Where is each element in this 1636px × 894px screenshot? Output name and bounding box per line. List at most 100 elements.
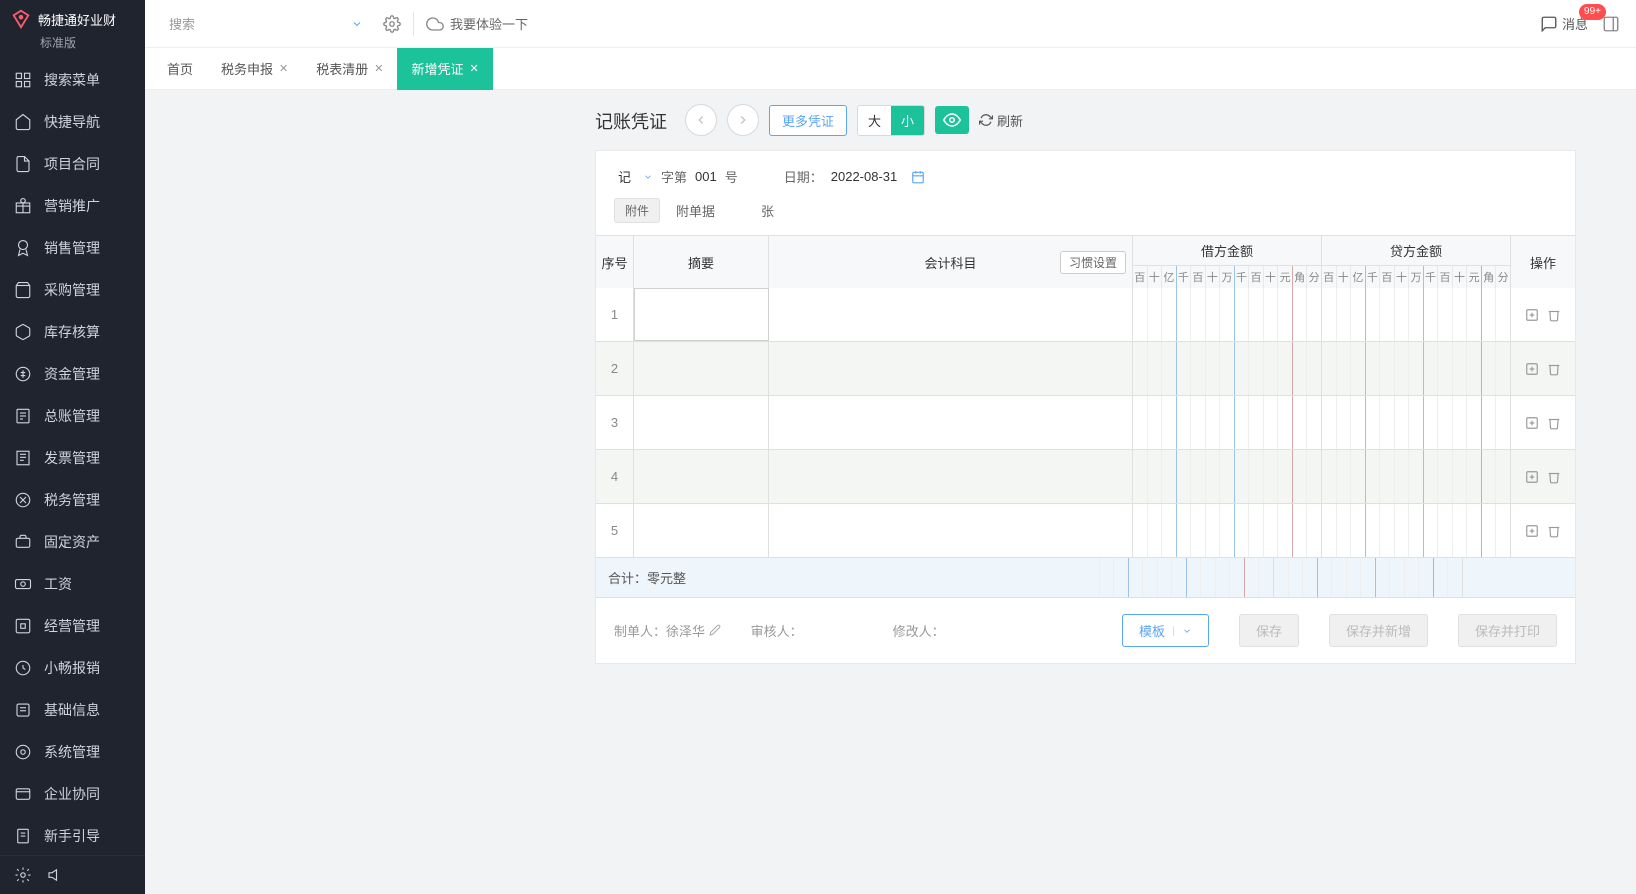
delete-row-icon[interactable]: [1547, 308, 1561, 322]
amount-cell[interactable]: [1235, 450, 1250, 503]
amount-cell[interactable]: [1496, 396, 1510, 449]
amount-cell[interactable]: [1191, 396, 1206, 449]
amount-cell[interactable]: [1496, 342, 1510, 395]
amount-cell[interactable]: [1307, 396, 1321, 449]
summary-cell[interactable]: [634, 450, 769, 503]
amount-cell[interactable]: [1347, 558, 1362, 597]
amount-cell[interactable]: [1249, 450, 1264, 503]
amount-cell[interactable]: [1249, 342, 1264, 395]
amount-cell[interactable]: [1220, 342, 1235, 395]
amount-cell[interactable]: [1424, 288, 1439, 341]
amount-cell[interactable]: [1438, 342, 1453, 395]
delete-row-icon[interactable]: [1547, 416, 1561, 430]
amount-cell[interactable]: [1337, 504, 1352, 557]
amount-cell[interactable]: [1191, 288, 1206, 341]
add-row-icon[interactable]: [1525, 470, 1539, 484]
amount-cell[interactable]: [1482, 342, 1497, 395]
amount-cell[interactable]: [1380, 396, 1395, 449]
amount-cell[interactable]: [1264, 288, 1279, 341]
attach-button[interactable]: 附件: [614, 198, 660, 223]
amount-cell[interactable]: [1337, 288, 1352, 341]
amount-cell[interactable]: [1380, 504, 1395, 557]
amount-cell[interactable]: [1366, 396, 1381, 449]
amount-cell[interactable]: [1395, 450, 1410, 503]
amount-cell[interactable]: [1424, 396, 1439, 449]
amount-cell[interactable]: [1278, 450, 1293, 503]
amount-cell[interactable]: [1129, 558, 1144, 597]
amount-cell[interactable]: [1293, 342, 1308, 395]
amount-cell[interactable]: [1332, 558, 1347, 597]
amount-cell[interactable]: [1148, 450, 1163, 503]
amount-cell[interactable]: [1366, 288, 1381, 341]
sidebar-item-9[interactable]: 发票管理: [0, 437, 145, 479]
amount-cell[interactable]: [1293, 504, 1308, 557]
amount-cell[interactable]: [1467, 504, 1482, 557]
amount-cell[interactable]: [1162, 450, 1177, 503]
gear-icon[interactable]: [383, 15, 401, 33]
summary-cell[interactable]: [634, 342, 769, 395]
amount-cell[interactable]: [1307, 342, 1321, 395]
amount-cell[interactable]: [1351, 396, 1366, 449]
amount-cell[interactable]: [1482, 288, 1497, 341]
amount-cell[interactable]: [1201, 558, 1216, 597]
amount-cell[interactable]: [1438, 396, 1453, 449]
amount-cell[interactable]: [1172, 558, 1187, 597]
voucher-type[interactable]: 记: [614, 165, 635, 188]
amount-cell[interactable]: [1424, 450, 1439, 503]
amount-cell[interactable]: [1249, 396, 1264, 449]
size-small-button[interactable]: 小: [891, 106, 924, 135]
amount-cell[interactable]: [1482, 450, 1497, 503]
voucher-number[interactable]: 001: [695, 169, 717, 184]
amount-cell[interactable]: [1187, 558, 1202, 597]
amount-cell[interactable]: [1395, 288, 1410, 341]
date-value[interactable]: 2022-08-31: [831, 169, 898, 184]
amount-cell[interactable]: [1278, 396, 1293, 449]
delete-row-icon[interactable]: [1547, 524, 1561, 538]
amount-cell[interactable]: [1409, 504, 1424, 557]
amount-cell[interactable]: [1278, 342, 1293, 395]
next-button[interactable]: [727, 104, 759, 136]
sidebar-item-11[interactable]: 固定资产: [0, 521, 145, 563]
amount-cell[interactable]: [1424, 342, 1439, 395]
amount-cell[interactable]: [1395, 342, 1410, 395]
amount-cell[interactable]: [1380, 288, 1395, 341]
amount-cell[interactable]: [1322, 396, 1337, 449]
amount-cell[interactable]: [1337, 342, 1352, 395]
sidebar-item-2[interactable]: 项目合同: [0, 143, 145, 185]
amount-cell[interactable]: [1230, 558, 1245, 597]
save-print-button[interactable]: 保存并打印: [1458, 614, 1557, 647]
sidebar-item-14[interactable]: 小畅报销: [0, 647, 145, 689]
amount-cell[interactable]: [1177, 450, 1192, 503]
amount-cell[interactable]: [1322, 450, 1337, 503]
amount-cell[interactable]: [1148, 396, 1163, 449]
view-button[interactable]: [935, 106, 969, 134]
size-large-button[interactable]: 大: [858, 106, 891, 135]
subject-cell[interactable]: [769, 504, 1133, 557]
amount-cell[interactable]: [1235, 504, 1250, 557]
amount-cell[interactable]: [1322, 342, 1337, 395]
amount-cell[interactable]: [1191, 450, 1206, 503]
amount-cell[interactable]: [1376, 558, 1391, 597]
summary-cell[interactable]: [634, 504, 769, 557]
amount-cell[interactable]: [1114, 558, 1129, 597]
amount-cell[interactable]: [1220, 504, 1235, 557]
amount-cell[interactable]: [1143, 558, 1158, 597]
amount-cell[interactable]: [1148, 504, 1163, 557]
sidebar-item-6[interactable]: 库存核算: [0, 311, 145, 353]
try-link[interactable]: 我要体验一下: [426, 14, 528, 33]
amount-cell[interactable]: [1249, 504, 1264, 557]
amount-cell[interactable]: [1278, 504, 1293, 557]
close-icon[interactable]: ✕: [470, 62, 479, 75]
amount-cell[interactable]: [1274, 558, 1289, 597]
add-row-icon[interactable]: [1525, 308, 1539, 322]
close-icon[interactable]: ✕: [279, 62, 288, 75]
amount-cell[interactable]: [1322, 288, 1337, 341]
amount-cell[interactable]: [1467, 450, 1482, 503]
save-button[interactable]: 保存: [1239, 614, 1299, 647]
panel-icon[interactable]: [1602, 15, 1620, 33]
amount-cell[interactable]: [1235, 396, 1250, 449]
sidebar-item-8[interactable]: 总账管理: [0, 395, 145, 437]
amount-cell[interactable]: [1366, 504, 1381, 557]
amount-cell[interactable]: [1453, 450, 1468, 503]
more-voucher-button[interactable]: 更多凭证: [769, 105, 847, 136]
